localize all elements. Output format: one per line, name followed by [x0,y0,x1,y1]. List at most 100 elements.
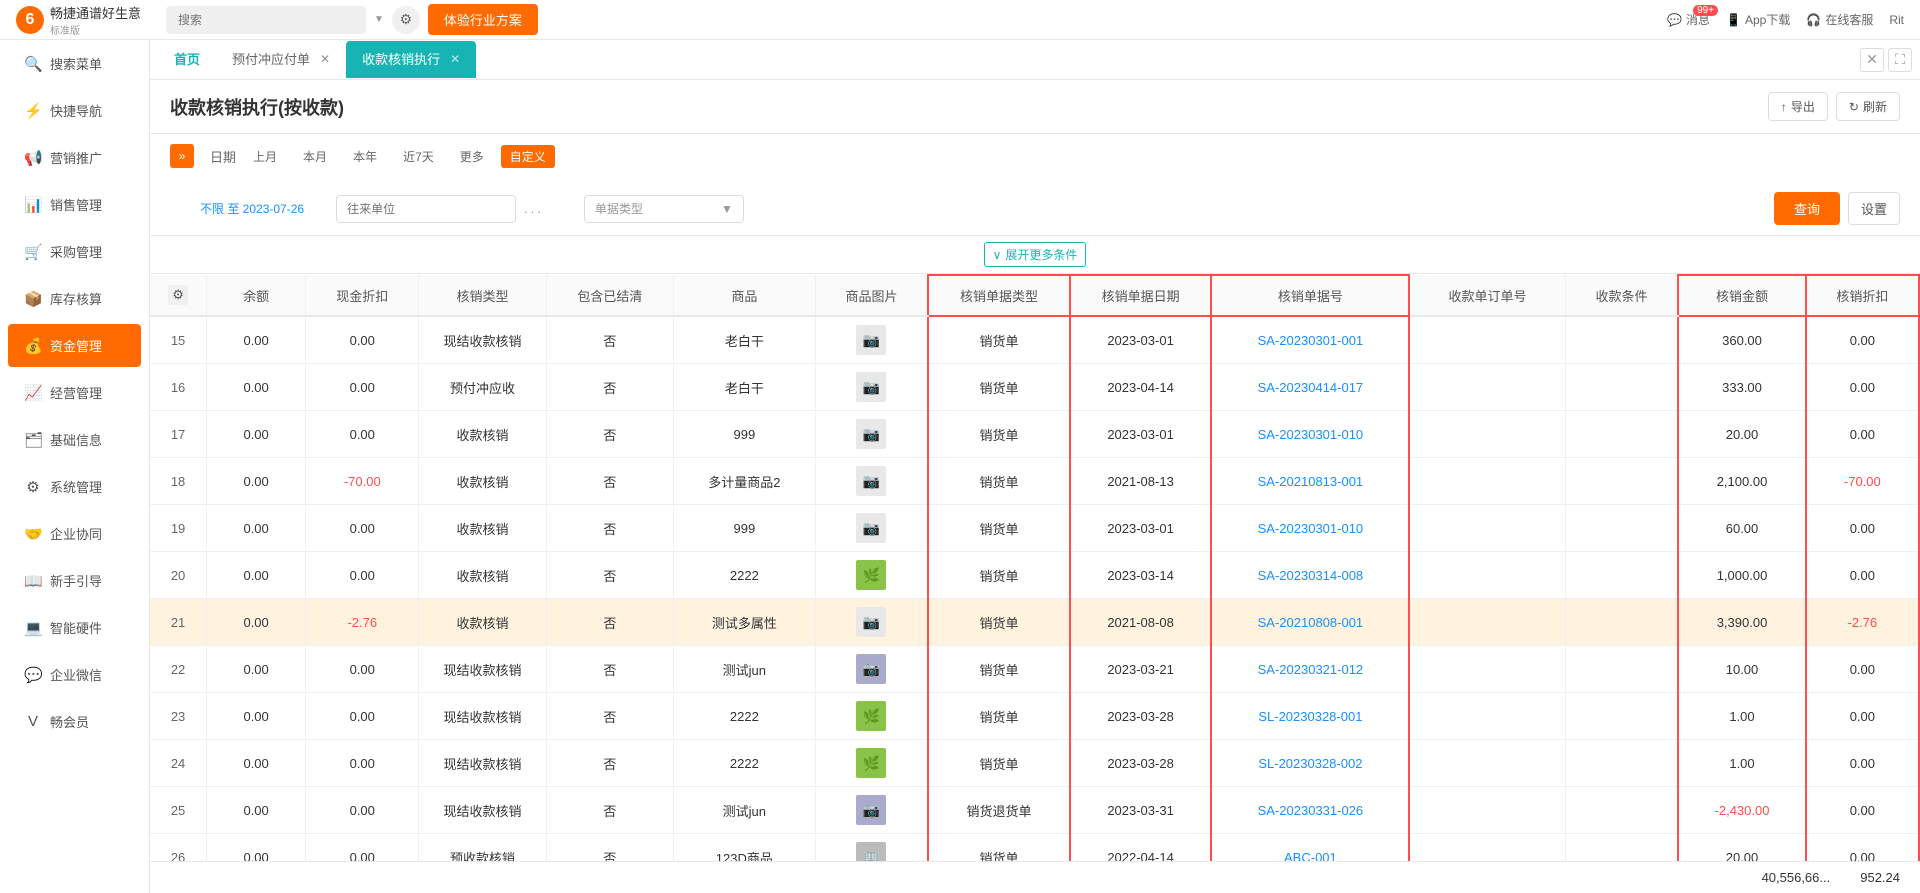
cell-verify-type: 预付冲应收 [419,364,546,411]
tab-verify-label: 收款核销执行 [362,49,440,68]
sidebar-item-sales[interactable]: 📊 销售管理 [8,183,141,226]
tab-expand-btn[interactable]: ⛶ [1888,48,1912,72]
product-image: 🌿 [856,701,886,731]
cell-balance: 0.00 [207,505,306,552]
filter-this-month[interactable]: 本月 [294,145,336,168]
table-row: 20 0.00 0.00 收款核销 否 2222 🌿 销货单 2023-03-1… [150,552,1919,599]
sidebar-item-quick-nav[interactable]: ⚡ 快捷导航 [8,89,141,132]
search-dropdown-arrow[interactable]: ▼ [374,14,384,25]
verify-bill-no-link[interactable]: SA-20210808-001 [1258,615,1364,630]
cell-verify-type: 收款核销 [419,552,546,599]
refresh-btn[interactable]: ↻ 刷新 [1836,92,1900,121]
cell-product-img: 🌿 [815,693,928,740]
filter-custom[interactable]: 自定义 [501,145,555,168]
verify-bill-no-link[interactable]: SA-20230321-012 [1258,662,1364,677]
export-btn[interactable]: ↑ 导出 [1768,92,1828,121]
filter-more[interactable]: 更多 [451,145,493,168]
verify-bill-no-link[interactable]: SL-20230328-001 [1258,709,1362,724]
cell-verify-discount: 0.00 [1806,552,1919,599]
sidebar-item-hardware[interactable]: 💻 智能硬件 [8,606,141,649]
verify-bill-no-link[interactable]: SA-20230314-008 [1258,568,1364,583]
cell-include-cleared: 否 [546,552,673,599]
expand-row: ∨ 展开更多条件 [150,236,1920,274]
app-download-btn[interactable]: 📱 App下载 [1726,11,1790,28]
cell-product-img: 📷 [815,646,928,693]
cell-product-img: 📷 [815,505,928,552]
sidebar-item-marketing[interactable]: 📢 营销推广 [8,136,141,179]
expand-icon: ∨ [993,248,1002,262]
partner-dots: ... [524,201,544,216]
cell-verify-bill-date: 2023-03-28 [1070,693,1212,740]
online-service-btn[interactable]: 🎧 在线客服 [1806,11,1873,28]
verify-bill-no-link[interactable]: SL-20230328-002 [1258,756,1362,771]
cell-verify-discount: 0.00 [1806,693,1919,740]
receipt-type-select[interactable]: 单据类型 ▼ [584,195,744,223]
cell-verify-discount: 0.00 [1806,646,1919,693]
filter-settings-btn[interactable]: 设置 [1848,192,1900,225]
verify-bill-no-link[interactable]: SA-20230414-017 [1258,380,1364,395]
cell-verify-type: 收款核销 [419,505,546,552]
col-verify-amount: 核销金额 [1678,275,1805,316]
product-image: 📷 [856,795,886,825]
verify-bill-no-link[interactable]: SA-20230301-010 [1258,521,1364,536]
cell-id: 25 [150,787,207,834]
cell-id: 24 [150,740,207,787]
cell-receipt-condition [1565,693,1678,740]
verify-bill-no-link[interactable]: SA-20210813-001 [1258,474,1364,489]
settings-icon[interactable]: ⚙ [392,6,420,34]
sidebar-item-system[interactable]: ⚙ 系统管理 [8,465,141,508]
verify-bill-no-link[interactable]: SA-20230301-010 [1258,427,1364,442]
table-row: 21 0.00 -2.76 收款核销 否 测试多属性 📷 销货单 2021-08… [150,599,1919,646]
filter-collapse-btn[interactable]: » [170,144,194,168]
sidebar-item-enterprise[interactable]: 🤝 企业协同 [8,512,141,555]
refresh-icon: ↻ [1849,100,1859,114]
filter-last-month[interactable]: 上月 [244,145,286,168]
search-input[interactable] [166,6,366,34]
filter-this-year[interactable]: 本年 [344,145,386,168]
message-icon: 💬 [1667,13,1682,27]
cell-balance: 0.00 [207,787,306,834]
col-verify-type: 核销类型 [419,275,546,316]
sidebar-item-member[interactable]: V 畅会员 [8,700,141,743]
verify-bill-no-link[interactable]: SA-20230331-026 [1258,803,1364,818]
cell-include-cleared: 否 [546,834,673,862]
verify-bill-no-link[interactable]: SA-20230301-001 [1258,333,1364,348]
tab-home[interactable]: 首页 [158,41,216,78]
sidebar-item-guide[interactable]: 📖 新手引导 [8,559,141,602]
sidebar-item-search[interactable]: 🔍 搜索菜单 [8,42,141,85]
filter-date-range: 不限 至 2023-07-26 [200,202,304,216]
partner-input[interactable] [336,195,516,223]
cell-product-img: 📷 [815,411,928,458]
tab-prepay[interactable]: 预付冲应付单 ✕ [216,41,346,78]
sidebar-item-purchase[interactable]: 🛒 采购管理 [8,230,141,273]
cell-verify-amount: 1,000.00 [1678,552,1805,599]
message-btn[interactable]: 💬 消息 99+ [1667,11,1710,28]
verify-bill-no-link[interactable]: ABC-001 [1284,850,1337,862]
cell-verify-amount: 20.00 [1678,411,1805,458]
cell-product: 测试多属性 [674,599,816,646]
expand-conditions-btn[interactable]: ∨ 展开更多条件 [984,242,1087,267]
col-verify-discount: 核销折扣 [1806,275,1919,316]
tab-prepay-close[interactable]: ✕ [320,52,330,66]
column-settings-icon[interactable]: ⚙ [168,285,188,305]
finance-icon: 💰 [24,337,42,355]
sidebar-item-wechat[interactable]: 💬 企业微信 [8,653,141,696]
industry-btn[interactable]: 体验行业方案 [428,4,538,35]
tab-verify[interactable]: 收款核销执行 ✕ [346,41,476,78]
table-wrapper[interactable]: ⚙ 余额 现金折扣 核销类型 包含已结清 商品 商品图片 核销单据类型 核销单据… [150,274,1920,861]
tab-close-btn[interactable]: ✕ [1860,48,1884,72]
sidebar-item-operation[interactable]: 📈 经营管理 [8,371,141,414]
sidebar-item-base-info[interactable]: 🗂 基础信息 [8,418,141,461]
cell-receipt-condition [1565,364,1678,411]
filter-7days[interactable]: 近7天 [394,145,443,168]
cell-cash-discount: -2.76 [306,599,419,646]
user-info[interactable]: Rit [1889,13,1904,27]
cell-verify-type: 现结收款核销 [419,646,546,693]
app-icon: 📱 [1726,13,1741,27]
tab-verify-close[interactable]: ✕ [450,52,460,66]
sidebar-item-inventory[interactable]: 📦 库存核算 [8,277,141,320]
query-btn[interactable]: 查询 [1774,192,1840,225]
cell-cash-discount: 0.00 [306,646,419,693]
sidebar-item-finance[interactable]: 💰 资金管理 [8,324,141,367]
cell-id: 15 [150,316,207,364]
